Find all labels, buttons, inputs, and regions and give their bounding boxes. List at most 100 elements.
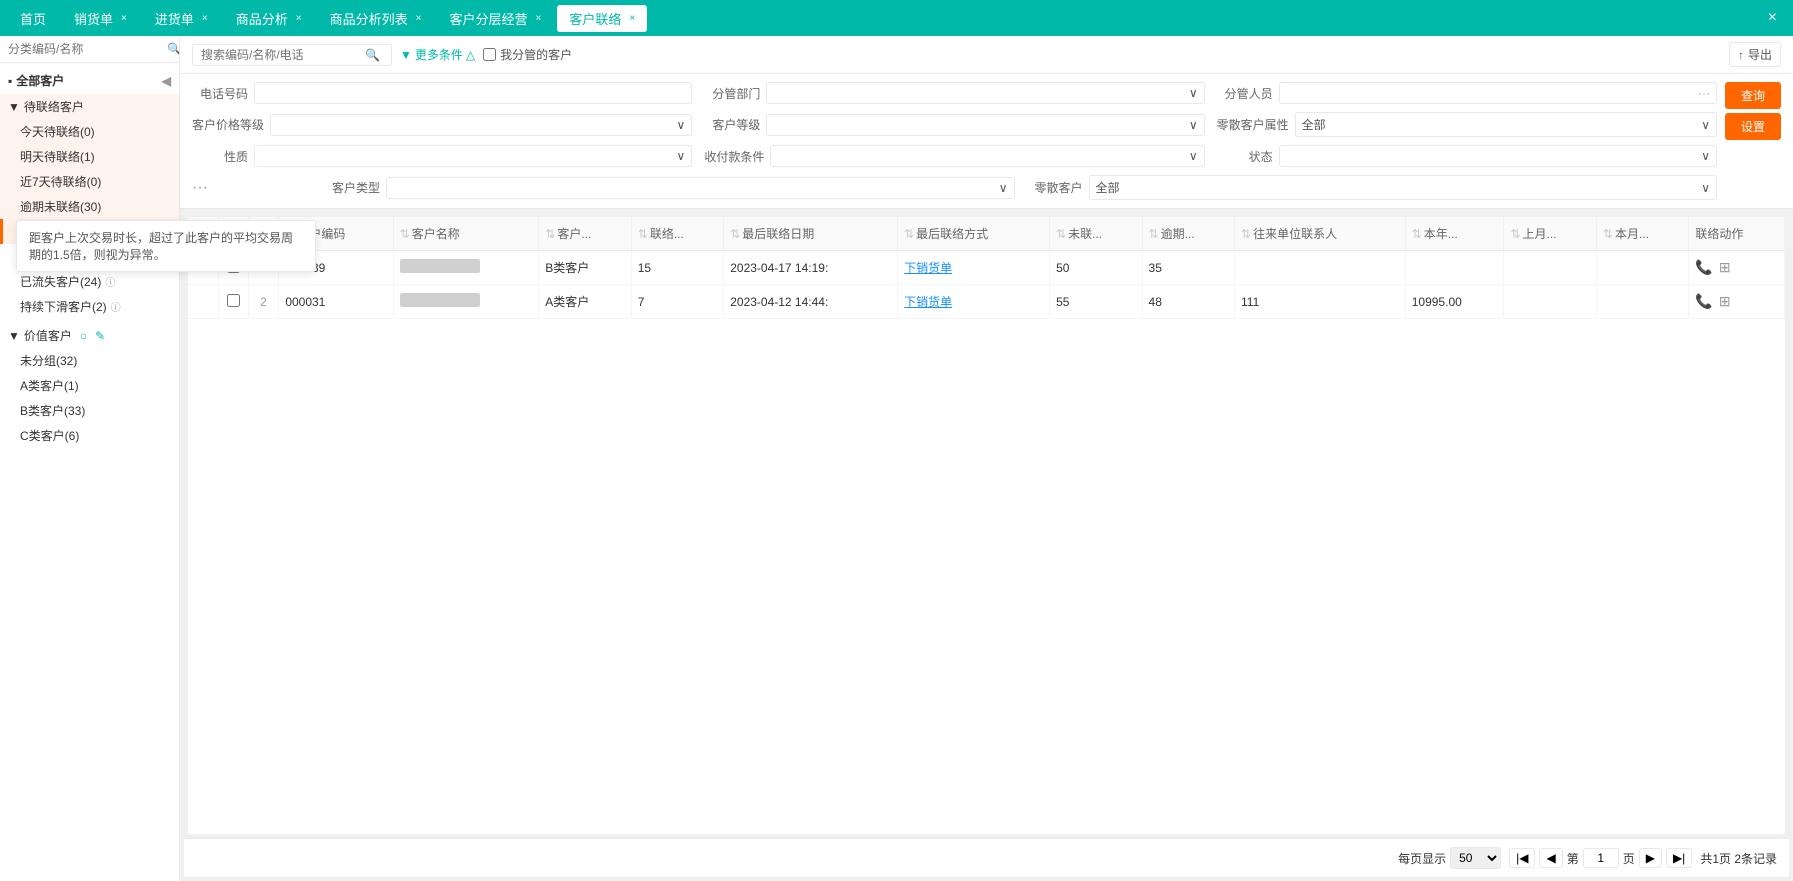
sidebar-value-group-header[interactable]: ▼ 价值客户 ○ ✎	[0, 323, 179, 348]
nav-sales[interactable]: 销货单 ×	[62, 5, 139, 32]
customer-level-select[interactable]: ∨	[766, 114, 1204, 136]
first-page-button[interactable]: |◀	[1509, 848, 1535, 868]
row2-this-month	[1596, 285, 1688, 319]
prev-page-button[interactable]: ◀	[1539, 848, 1562, 868]
nav-home[interactable]: 首页	[8, 5, 58, 32]
info-icon-declining: ⓘ	[111, 299, 121, 314]
filter-customer-level: 客户等级 ∨	[704, 114, 1204, 136]
payment-select[interactable]: ∨	[770, 145, 1204, 167]
filter-row-1: 电话号码 分管部门 ∨ 分管人员	[192, 82, 1717, 104]
nature-select[interactable]: ∨	[254, 145, 692, 167]
sort-icon-contactperson[interactable]: ⇅	[1241, 227, 1251, 241]
row1-actions: 📞 ⊞	[1689, 251, 1785, 285]
sort-icon-thisyear[interactable]: ⇅	[1412, 227, 1422, 241]
nav-customer-mgmt-close[interactable]: ×	[535, 13, 541, 24]
settings-button[interactable]: 设置	[1725, 113, 1781, 140]
phone-input[interactable]	[254, 82, 692, 104]
chevron-down-icon: ∨	[1189, 86, 1198, 100]
search-input[interactable]	[201, 48, 361, 62]
sidebar-item-b-class[interactable]: B类客户(33)	[0, 398, 179, 423]
nav-purchase[interactable]: 进货单 ×	[143, 5, 220, 32]
col-last-method: ⇅ 最后联络方式	[898, 217, 1050, 251]
nav-customer-mgmt[interactable]: 客户分层经营 ×	[437, 5, 553, 32]
price-level-select[interactable]: ∨	[270, 114, 692, 136]
export-button[interactable]: ↑ 导出	[1729, 42, 1781, 67]
status-select[interactable]: ∨	[1279, 145, 1717, 167]
sort-icon-contact[interactable]: ⇅	[638, 227, 648, 241]
row2-pending: 55	[1050, 285, 1142, 319]
sidebar-pending-header[interactable]: ▼ 待联络客户	[0, 94, 179, 119]
value-group-edit-icon[interactable]: ○	[80, 329, 87, 343]
row2-call-icon[interactable]: 📞	[1695, 293, 1712, 310]
next-page-button[interactable]: ▶	[1639, 848, 1662, 868]
window-close-button[interactable]: ×	[1760, 9, 1785, 27]
retail-attr-select[interactable]: 全部 ∨	[1295, 112, 1717, 137]
row2-overdue: 48	[1142, 285, 1234, 319]
last-page-button[interactable]: ▶|	[1666, 848, 1692, 868]
table-row: 1 000039 B类客户 1	[188, 251, 1785, 285]
row1-call-icon[interactable]: 📞	[1695, 259, 1712, 276]
nav-analysis-list-close[interactable]: ×	[416, 13, 422, 24]
sidebar-item-a-class[interactable]: A类客户(1)	[0, 373, 179, 398]
row1-contact: 15	[631, 251, 723, 285]
person-select[interactable]: ···	[1279, 82, 1717, 104]
more-filters-dots[interactable]: ···	[192, 179, 208, 197]
page-navigation: |◀ ◀ 第 页 ▶ ▶|	[1509, 848, 1692, 868]
row1-more-icon[interactable]: ⊞	[1719, 259, 1731, 276]
sidebar-item-ungroup[interactable]: 未分组(32)	[0, 348, 179, 373]
payment-chevron: ∨	[1189, 149, 1198, 163]
nav-purchase-close[interactable]: ×	[202, 13, 208, 24]
collapse-icon[interactable]: ◀	[162, 74, 171, 88]
page-number-input[interactable]	[1583, 848, 1619, 868]
more-filters-button[interactable]: ▼ 更多条件 △	[400, 46, 475, 63]
nav-analysis-list[interactable]: 商品分析列表 ×	[318, 5, 434, 32]
nature-chevron: ∨	[677, 149, 686, 163]
nav-sales-close[interactable]: ×	[121, 13, 127, 24]
sidebar-item-lost[interactable]: 已流失客户(24) ⓘ	[0, 269, 179, 294]
search-icon[interactable]: 🔍	[365, 48, 380, 62]
sort-icon-lastmonth[interactable]: ⇅	[1510, 227, 1520, 241]
query-button[interactable]: 查询	[1725, 82, 1781, 109]
nav-customer-contact[interactable]: 客户联络 ×	[557, 5, 647, 32]
my-customer-checkbox[interactable]	[483, 48, 496, 61]
col-overdue: ⇅ 逾期...	[1142, 217, 1234, 251]
col-this-year: ⇅ 本年...	[1405, 217, 1504, 251]
sidebar-search-input[interactable]	[8, 42, 163, 56]
customer-type-select[interactable]: ∨	[386, 177, 1015, 199]
row2-more-icon[interactable]: ⊞	[1719, 293, 1731, 310]
department-select[interactable]: ∨	[766, 82, 1204, 104]
filter-price-level: 客户价格等级 ∨	[192, 114, 692, 136]
sidebar-item-week[interactable]: 近7天待联络(0)	[0, 169, 179, 194]
sidebar-item-overdue[interactable]: 逾期未联络(30)	[0, 194, 179, 219]
sort-icon-pending[interactable]: ⇅	[1056, 227, 1066, 241]
person-dots: ···	[1698, 86, 1710, 100]
retail-customer-select[interactable]: 全部 ∨	[1089, 175, 1718, 200]
sidebar: 🔍 ▪ 全部客户 ◀ ▼ 待联络客户 今天待联络(0)	[0, 36, 180, 881]
sidebar-item-today[interactable]: 今天待联络(0)	[0, 119, 179, 144]
filter-retail-attr: 零散客户属性 全部 ∨	[1217, 112, 1717, 137]
sort-icon-lastmethod[interactable]: ⇅	[904, 227, 914, 241]
sort-icon-category[interactable]: ⇅	[545, 227, 555, 241]
sidebar-item-tomorrow[interactable]: 明天待联络(1)	[0, 144, 179, 169]
row1-this-month	[1596, 251, 1688, 285]
row2-contact: 7	[631, 285, 723, 319]
filter-phone: 电话号码	[192, 82, 692, 104]
nav-customer-contact-close[interactable]: ×	[629, 13, 635, 24]
sort-icon-name[interactable]: ⇅	[400, 227, 410, 241]
row2-select[interactable]	[227, 294, 240, 307]
page-size-select[interactable]: 50 100 200	[1450, 847, 1501, 869]
sidebar-item-c-class[interactable]: C类客户(6)	[0, 423, 179, 448]
sort-icon-thismonth[interactable]: ⇅	[1603, 227, 1613, 241]
nav-analysis[interactable]: 商品分析 ×	[224, 5, 314, 32]
pending-expand-icon: ▼	[8, 100, 20, 114]
retail-attr-chevron: ∨	[1701, 118, 1710, 132]
nav-analysis-close[interactable]: ×	[296, 13, 302, 24]
customer-level-chevron: ∨	[1189, 118, 1198, 132]
sort-icon-overdue[interactable]: ⇅	[1149, 227, 1159, 241]
sort-icon-lastdate[interactable]: ⇅	[730, 227, 740, 241]
sidebar-search-icon[interactable]: 🔍	[167, 42, 180, 56]
value-group-config-icon[interactable]: ✎	[95, 329, 105, 343]
sidebar-item-declining[interactable]: 持续下滑客户(2) ⓘ	[0, 294, 179, 319]
row1-last-date: 2023-04-17 14:19:	[724, 251, 898, 285]
sidebar-all-customers[interactable]: ▪ 全部客户 ◀	[0, 67, 179, 94]
